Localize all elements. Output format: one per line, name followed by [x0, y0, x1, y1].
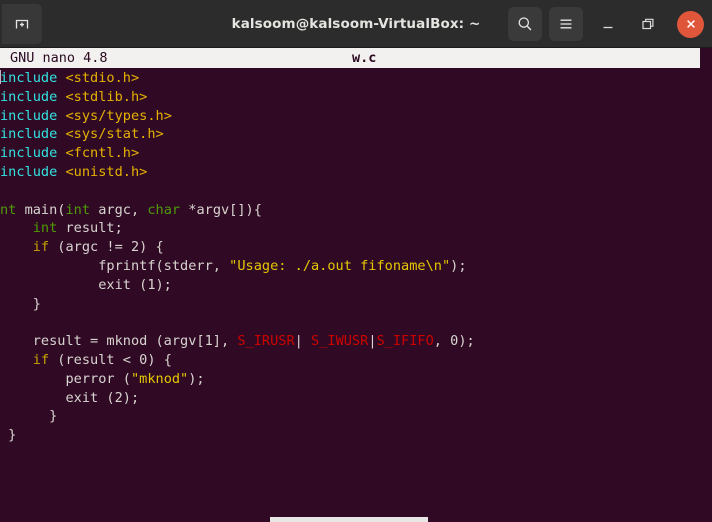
minimize-button[interactable] — [593, 7, 623, 41]
code-token: argc, — [98, 201, 148, 218]
code-line: fprintf(stderr, "Usage: ./a.out fifoname… — [0, 257, 712, 276]
code-line: } — [0, 426, 712, 445]
code-token: <sys/types.h> — [65, 107, 172, 124]
code-token: <stdio.h> — [65, 70, 140, 86]
code-token: , 0); — [433, 333, 475, 350]
code-token: } — [0, 427, 17, 444]
code-token: result; — [65, 220, 123, 237]
code-token: include — [0, 70, 66, 86]
menu-button[interactable] — [549, 7, 583, 41]
code-token: S_IRUSR — [237, 333, 295, 350]
code-token: fprintf(stderr, — [0, 257, 230, 274]
code-token: } — [0, 408, 58, 425]
new-tab-button[interactable] — [2, 3, 42, 44]
window-titlebar: kalsoom@kalsoom-VirtualBox: ~ — [0, 0, 712, 48]
code-token: <unistd.h> — [65, 163, 148, 180]
code-line: include <unistd.h> — [0, 163, 712, 182]
code-token: exit (2); — [0, 389, 140, 406]
nano-text-buffer[interactable]: include <stdio.h> include <stdlib.h> inclu… — [0, 68, 712, 522]
code-token: "Usage: ./a.out fifoname\n" — [229, 257, 451, 274]
code-token: "mknod" — [130, 370, 189, 387]
nano-filename-label: w.c — [352, 50, 377, 66]
code-token: int — [65, 201, 99, 218]
close-button[interactable] — [677, 10, 704, 38]
code-line: exit (2); — [0, 389, 712, 408]
bottom-status-stub — [270, 517, 428, 522]
code-token: nt — [0, 201, 25, 218]
close-icon — [684, 17, 698, 31]
window-controls — [501, 0, 712, 48]
code-token: <fcntl.h> — [65, 145, 140, 162]
code-line: include <sys/types.h> — [0, 107, 712, 126]
code-line: int result; — [0, 219, 712, 238]
code-line: include <stdio.h> — [0, 69, 712, 88]
code-line: if (result < 0) { — [0, 351, 712, 370]
code-line: include <sys/stat.h> — [0, 125, 712, 144]
code-line: if (argc != 2) { — [0, 238, 712, 257]
code-token: result = mknod (argv[1], — [0, 333, 238, 350]
code-line: include <fcntl.h> — [0, 144, 712, 163]
code-token: } — [0, 295, 41, 312]
code-token: include — [0, 88, 66, 105]
nano-version-label: GNU nano 4.8 — [10, 50, 108, 66]
new-tab-icon — [13, 15, 31, 33]
minimize-icon — [600, 16, 616, 32]
code-token: <stdlib.h> — [65, 88, 148, 105]
code-token: ); — [450, 257, 467, 274]
search-icon — [516, 15, 534, 33]
code-line: result = mknod (argv[1], S_IRUSR| S_IWUS… — [0, 332, 712, 351]
code-token: int — [32, 220, 66, 237]
search-button[interactable] — [508, 7, 542, 41]
code-token: main( — [24, 201, 66, 218]
code-token: exit (1); — [0, 276, 172, 293]
code-line: nt main(int argc, char *argv[]){ — [0, 201, 712, 220]
code-token: perror ( — [0, 370, 131, 387]
code-token: include — [0, 126, 66, 143]
code-token: | — [368, 333, 377, 350]
hamburger-menu-icon — [557, 15, 575, 33]
maximize-restore-icon — [640, 16, 656, 32]
maximize-button[interactable] — [633, 7, 663, 41]
code-line: } — [0, 295, 712, 314]
code-token: <sys/stat.h> — [65, 126, 164, 143]
code-token: include — [0, 145, 66, 162]
code-line: perror ("mknod"); — [0, 370, 712, 389]
code-token: if — [32, 239, 50, 256]
nano-header-bar: GNU nano 4.8 w.c — [0, 48, 700, 68]
code-token: (result < 0) { — [49, 351, 172, 368]
code-token: if — [32, 351, 50, 368]
code-line: exit (1); — [0, 276, 712, 295]
terminal-window: kalsoom@kalsoom-VirtualBox: ~ GNU nano 4… — [0, 0, 712, 522]
code-token: | — [294, 333, 312, 350]
code-token: (argc != 2) { — [49, 239, 164, 256]
code-token: *argv[]){ — [188, 201, 262, 218]
code-token: S_IWUSR — [311, 333, 369, 350]
code-line: include <stdlib.h> — [0, 88, 712, 107]
code-token: char — [147, 201, 189, 218]
code-token: ); — [188, 370, 205, 387]
code-line: } — [0, 407, 712, 426]
code-token: include — [0, 163, 66, 180]
code-token: include — [0, 107, 66, 124]
code-token: S_IFIFO — [376, 333, 434, 350]
